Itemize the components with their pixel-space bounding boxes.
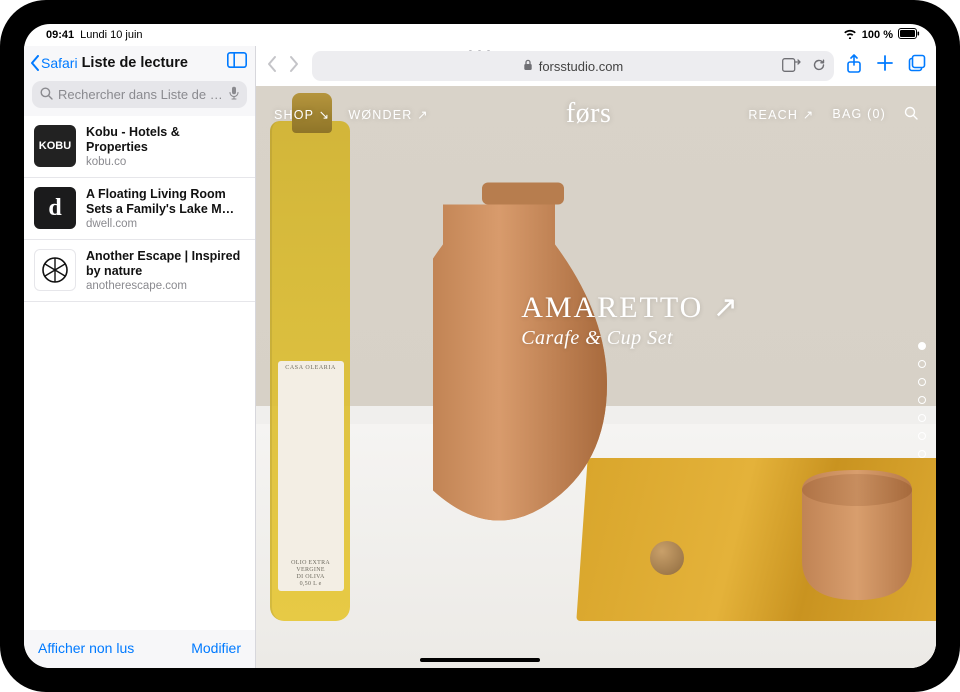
list-thumb: d	[34, 187, 76, 229]
list-item[interactable]: Another Escape | Inspired by nature anot…	[24, 240, 255, 302]
carousel-dot[interactable]	[918, 378, 926, 386]
back-label: Safari	[41, 55, 78, 71]
search-placeholder: Rechercher dans Liste de le…	[58, 87, 224, 102]
list-item[interactable]: KOBU Kobu - Hotels & Properties kobu.co	[24, 116, 255, 178]
search-icon	[40, 87, 53, 103]
list-item-title: Another Escape | Inspired by nature	[86, 249, 245, 279]
back-button[interactable]: Safari	[30, 55, 78, 71]
new-tab-icon[interactable]	[876, 54, 894, 79]
tabs-icon[interactable]	[908, 54, 926, 79]
sidebar-header: Safari Liste de lecture	[24, 46, 255, 77]
battery-icon	[898, 28, 920, 42]
status-bar: 09:41 Lundi 10 juin 100 %	[24, 24, 936, 46]
nav-bag[interactable]: BAG (0)	[832, 107, 886, 121]
screen: 09:41 Lundi 10 juin 100 % ● ● ●	[24, 24, 936, 668]
site-logo[interactable]: førs	[566, 98, 612, 130]
nav-shop[interactable]: SHOP ↘	[274, 107, 330, 122]
edit-button[interactable]: Modifier	[191, 640, 241, 656]
status-date: Lundi 10 juin	[80, 29, 142, 41]
site-search-icon[interactable]	[904, 106, 918, 123]
cup-graphic	[792, 460, 922, 610]
carousel-dot[interactable]	[918, 414, 926, 422]
webpage: CASA OLEARIA OLIO EXTRA VERGINE DI OLIVA…	[256, 86, 936, 668]
list-item-domain: anotherescape.com	[86, 280, 245, 292]
address-text: forsstudio.com	[539, 59, 624, 74]
list-item-domain: dwell.com	[86, 218, 245, 230]
sidebar-footer: Afficher non lus Modifier	[24, 630, 255, 668]
dictation-icon[interactable]	[229, 86, 239, 103]
carousel-dot[interactable]	[918, 396, 926, 404]
list-thumb	[34, 249, 76, 291]
reader-icon[interactable]	[782, 58, 802, 75]
lock-icon	[523, 59, 533, 74]
carousel-dot[interactable]	[918, 432, 926, 440]
content: Safari Liste de lecture Rechercher dans …	[24, 46, 936, 668]
carousel-dot[interactable]	[918, 450, 926, 458]
search-input[interactable]: Rechercher dans Liste de le…	[32, 81, 247, 108]
carousel-dot[interactable]	[918, 342, 926, 350]
carousel-dots	[918, 342, 926, 458]
reload-icon[interactable]	[812, 58, 826, 75]
ipad-frame: 09:41 Lundi 10 juin 100 % ● ● ●	[0, 0, 960, 692]
nav-reach[interactable]: REACH ↗	[748, 107, 814, 122]
show-unread-button[interactable]: Afficher non lus	[38, 640, 134, 656]
list-item[interactable]: d A Floating Living Room Sets a Family's…	[24, 178, 255, 240]
site-nav: SHOP ↘ WØNDER ↗ førs REACH ↗ BAG (0)	[256, 98, 936, 130]
nav-forward-icon[interactable]	[288, 55, 300, 78]
bottle-label: CASA OLEARIA OLIO EXTRA VERGINE DI OLIVA…	[278, 361, 344, 591]
olive-oil-bottle-graphic: CASA OLEARIA OLIO EXTRA VERGINE DI OLIVA…	[270, 121, 350, 622]
hero-image: CASA OLEARIA OLIO EXTRA VERGINE DI OLIVA…	[256, 86, 936, 668]
hero-headline[interactable]: AMARETTO ↗ Carafe & Cup Set	[521, 290, 740, 350]
list-item-domain: kobu.co	[86, 156, 245, 168]
battery-percent: 100 %	[862, 29, 893, 41]
share-icon[interactable]	[846, 54, 862, 79]
sidebar: Safari Liste de lecture Rechercher dans …	[24, 46, 256, 668]
nav-wonder[interactable]: WØNDER ↗	[348, 107, 429, 122]
hero-title: AMARETTO ↗	[521, 290, 740, 325]
reading-list: KOBU Kobu - Hotels & Properties kobu.co …	[24, 116, 255, 630]
nav-back-icon[interactable]	[266, 55, 278, 78]
sidebar-toggle-icon[interactable]	[227, 52, 247, 73]
home-indicator[interactable]	[420, 658, 540, 663]
list-item-title: Kobu - Hotels & Properties	[86, 125, 245, 155]
list-item-title: A Floating Living Room Sets a Family's L…	[86, 187, 245, 217]
address-bar[interactable]: forsstudio.com	[312, 51, 834, 81]
list-thumb: KOBU	[34, 125, 76, 167]
carousel-dot[interactable]	[918, 360, 926, 368]
sidebar-title: Liste de lecture	[80, 55, 225, 71]
toolbar: forsstudio.com	[256, 46, 936, 86]
wifi-icon	[843, 28, 857, 42]
hero-subtitle: Carafe & Cup Set	[521, 327, 740, 350]
status-time: 09:41	[46, 29, 74, 41]
main: forsstudio.com	[256, 46, 936, 668]
